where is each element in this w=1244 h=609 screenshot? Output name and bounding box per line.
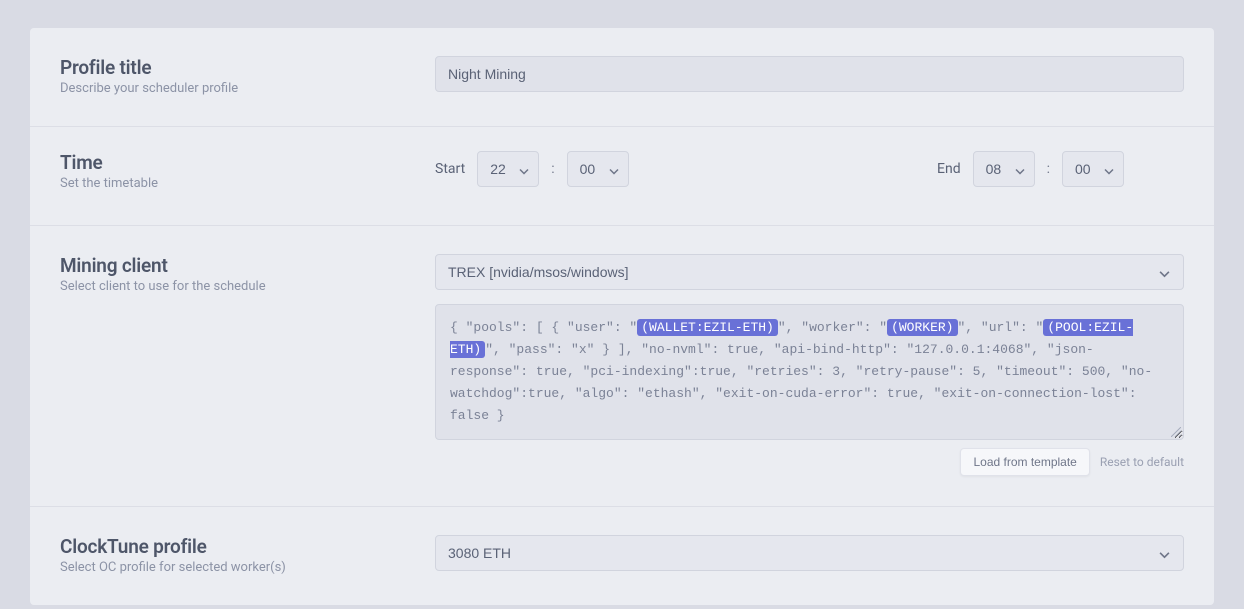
profile-title-input[interactable] [435,56,1184,92]
section-mining-client: Mining client Select client to use for t… [30,226,1214,507]
section-header: ClockTune profile Select OC profile for … [60,535,435,575]
clocktune-desc: Select OC profile for selected worker(s) [60,560,435,575]
time-separator: : [551,161,554,177]
load-from-template-button[interactable]: Load from template [960,448,1089,476]
time-start-group: Start 22 : 00 [435,151,629,187]
client-config-textarea[interactable]: { "pools": [ { "user": "(WALLET:EZIL-ETH… [435,304,1184,440]
reset-to-default-link[interactable]: Reset to default [1100,455,1184,469]
profile-title-desc: Describe your scheduler profile [60,81,435,96]
end-minute-select[interactable]: 00 [1062,151,1124,187]
mining-client-select[interactable]: TREX [nvidia/msos/windows] [435,254,1184,290]
profile-title-label: Profile title [60,56,435,79]
time-separator: : [1047,161,1050,177]
end-hour-select[interactable]: 08 [973,151,1035,187]
start-hour-select[interactable]: 22 [477,151,539,187]
start-minute-select[interactable]: 00 [567,151,629,187]
time-desc: Set the timetable [60,176,435,191]
clocktune-profile-select[interactable]: 3080 ETH [435,535,1184,571]
time-end-group: End 08 : 00 [937,151,1124,187]
mining-client-desc: Select client to use for the schedule [60,279,435,294]
section-header: Mining client Select client to use for t… [60,254,435,476]
time-label: Time [60,151,435,174]
section-time: Time Set the timetable Start 22 : 0 [30,127,1214,226]
start-label: Start [435,161,465,177]
section-header: Profile title Describe your scheduler pr… [60,56,435,96]
mining-client-label: Mining client [60,254,435,277]
worker-tag: (WORKER) [887,319,957,336]
scheduler-profile-panel: Profile title Describe your scheduler pr… [30,28,1214,605]
section-header: Time Set the timetable [60,151,435,191]
resize-grip-icon [1171,427,1181,437]
wallet-tag: (WALLET:EZIL-ETH) [637,319,778,336]
section-clocktune: ClockTune profile Select OC profile for … [30,507,1214,605]
clocktune-label: ClockTune profile [60,535,435,558]
end-label: End [937,161,961,177]
section-profile-title: Profile title Describe your scheduler pr… [30,28,1214,127]
